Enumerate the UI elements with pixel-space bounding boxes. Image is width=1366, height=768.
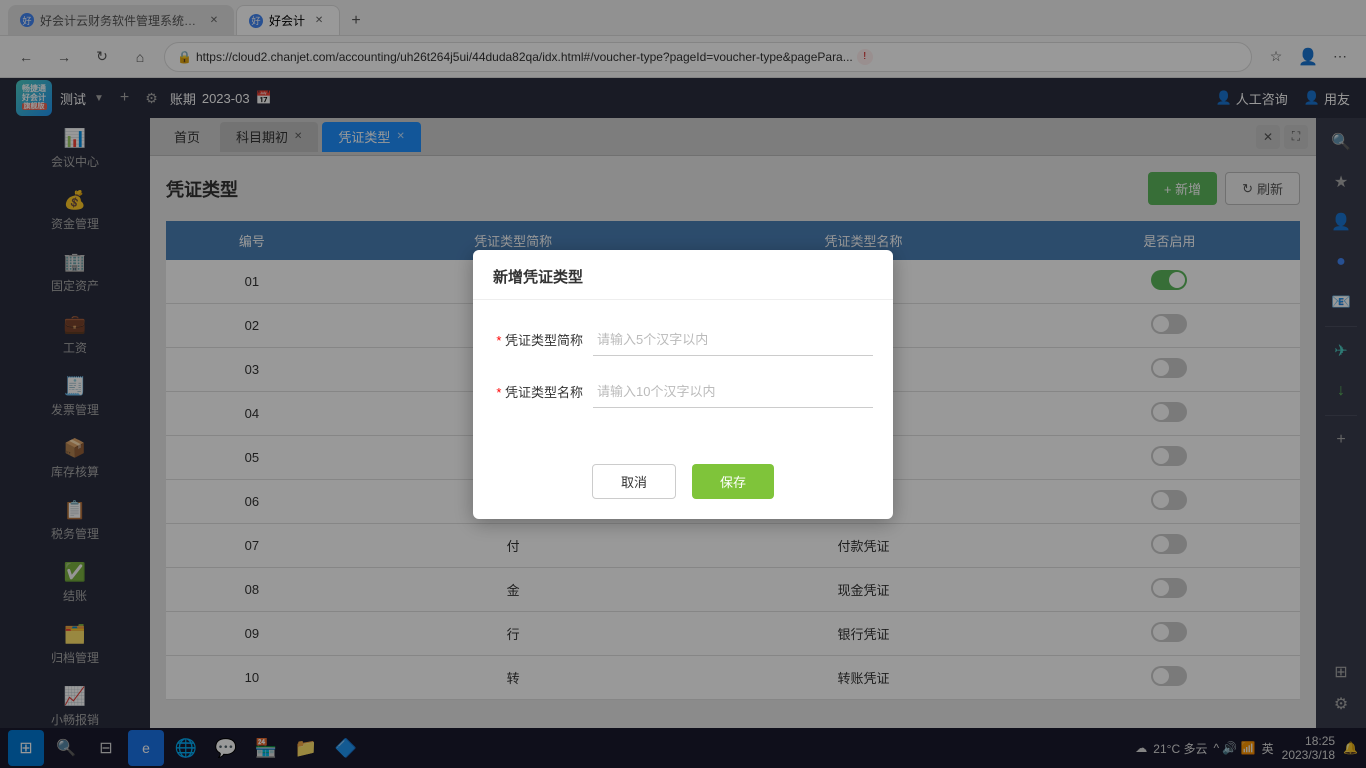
save-button[interactable]: 保存 bbox=[692, 464, 774, 499]
abbr-label: 凭证类型简称 bbox=[493, 330, 593, 349]
dialog-title: 新增凭证类型 bbox=[493, 269, 583, 286]
name-label: 凭证类型名称 bbox=[493, 382, 593, 401]
dialog-overlay: 新增凭证类型 凭证类型简称 凭证类型名称 取消 保存 bbox=[0, 0, 1366, 768]
form-row-abbr: 凭证类型简称 bbox=[493, 324, 873, 356]
add-voucher-type-dialog: 新增凭证类型 凭证类型简称 凭证类型名称 取消 保存 bbox=[473, 250, 893, 519]
dialog-header: 新增凭证类型 bbox=[473, 250, 893, 300]
abbr-input[interactable] bbox=[593, 324, 873, 356]
dialog-footer: 取消 保存 bbox=[473, 452, 893, 519]
cancel-button[interactable]: 取消 bbox=[592, 464, 676, 499]
dialog-body: 凭证类型简称 凭证类型名称 bbox=[473, 300, 893, 452]
name-input[interactable] bbox=[593, 376, 873, 408]
form-row-name: 凭证类型名称 bbox=[493, 376, 873, 408]
